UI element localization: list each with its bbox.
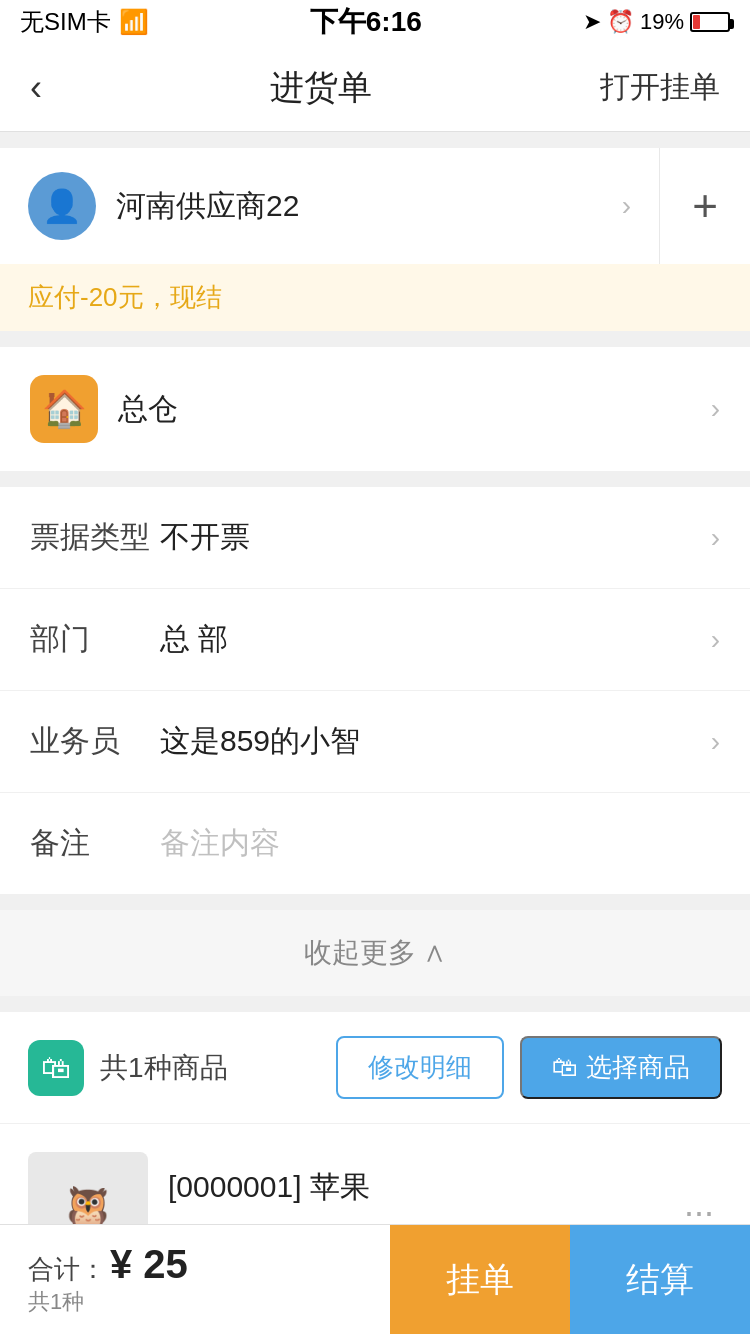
total-count: 共1种 (28, 1287, 362, 1317)
invoice-row[interactable]: 票据类型 不开票 › (0, 487, 750, 589)
salesman-label: 业务员 (30, 721, 160, 762)
salesman-row[interactable]: 业务员 这是859的小智 › (0, 691, 750, 793)
warehouse-row[interactable]: 🏠 总仓 › (0, 347, 750, 471)
alarm-icon: ⏰ (607, 9, 634, 35)
select-product-label: 选择商品 (586, 1050, 690, 1085)
total-amount: ¥ 25 (110, 1242, 188, 1287)
product-title: 苹果 (310, 1170, 370, 1203)
warehouse-icon-wrap: 🏠 (30, 375, 98, 443)
products-icon-wrap: 🛍 (28, 1040, 84, 1096)
product-code: [0000001] (168, 1170, 301, 1203)
chevron-right-icon: › (711, 726, 720, 758)
back-button[interactable]: ‹ (30, 67, 42, 109)
chevron-right-icon: › (711, 522, 720, 554)
page-title: 进货单 (270, 65, 372, 111)
select-product-icon: 🛍 (552, 1052, 578, 1083)
status-time: 下午6:16 (310, 3, 422, 41)
supplier-selector[interactable]: 👤 河南供应商22 › (0, 148, 660, 264)
open-pending-button[interactable]: 打开挂单 (600, 67, 720, 108)
battery-percent: 19% (640, 9, 684, 35)
total-section: 合计： ¥ 25 共1种 (0, 1225, 390, 1334)
notice-bar: 应付-20元，现结 (0, 264, 750, 331)
salesman-value: 这是859的小智 (160, 721, 711, 762)
products-count: 共1种商品 (100, 1049, 320, 1087)
remark-row[interactable]: 备注 备注内容 (0, 793, 750, 894)
invoice-value: 不开票 (160, 517, 711, 558)
add-supplier-button[interactable]: + (660, 148, 750, 264)
remark-input[interactable]: 备注内容 (160, 823, 720, 864)
chevron-right-icon: › (711, 624, 720, 656)
total-label: 合计： (28, 1252, 106, 1287)
form-section: 票据类型 不开票 › 部门 总 部 › 业务员 这是859的小智 › 备注 备注… (0, 487, 750, 894)
battery-icon (690, 12, 730, 32)
main-content: 👤 河南供应商22 › + 应付-20元，现结 🏠 总仓 › 票据类型 不开票 … (0, 132, 750, 1334)
bottom-bar: 合计： ¥ 25 共1种 挂单 结算 (0, 1224, 750, 1334)
settle-button[interactable]: 结算 (570, 1225, 750, 1334)
hang-order-button[interactable]: 挂单 (390, 1225, 570, 1334)
status-right: ➤ ⏰ 19% (583, 9, 730, 35)
location-icon: ➤ (583, 9, 601, 35)
network-label: 无SIM卡 (20, 6, 111, 38)
status-left: 无SIM卡 📶 (20, 6, 149, 38)
supplier-avatar: 👤 (28, 172, 96, 240)
remark-label: 备注 (30, 823, 160, 864)
cart-icon: 🛍 (41, 1051, 71, 1085)
nav-bar: ‹ 进货单 打开挂单 (0, 44, 750, 132)
invoice-label: 票据类型 (30, 517, 160, 558)
status-bar: 无SIM卡 📶 下午6:16 ➤ ⏰ 19% (0, 0, 750, 44)
products-header: 🛍 共1种商品 修改明细 🛍 选择商品 (0, 1012, 750, 1124)
warehouse-icon: 🏠 (42, 388, 87, 430)
supplier-name: 河南供应商22 (116, 186, 602, 227)
edit-detail-button[interactable]: 修改明细 (336, 1036, 504, 1099)
avatar-icon: 👤 (42, 187, 82, 225)
chevron-right-icon: › (622, 190, 631, 222)
dept-label: 部门 (30, 619, 160, 660)
product-name: [0000001] 苹果 (168, 1167, 656, 1208)
warehouse-name: 总仓 (118, 389, 691, 430)
dept-row[interactable]: 部门 总 部 › (0, 589, 750, 691)
select-product-button[interactable]: 🛍 选择商品 (520, 1036, 722, 1099)
chevron-right-icon: › (711, 393, 720, 425)
dept-value: 总 部 (160, 619, 711, 660)
wifi-icon: 📶 (119, 8, 149, 36)
collapse-button[interactable]: 收起更多 ∧ (0, 910, 750, 996)
warehouse-section: 🏠 总仓 › (0, 347, 750, 471)
supplier-section: 👤 河南供应商22 › + (0, 148, 750, 264)
